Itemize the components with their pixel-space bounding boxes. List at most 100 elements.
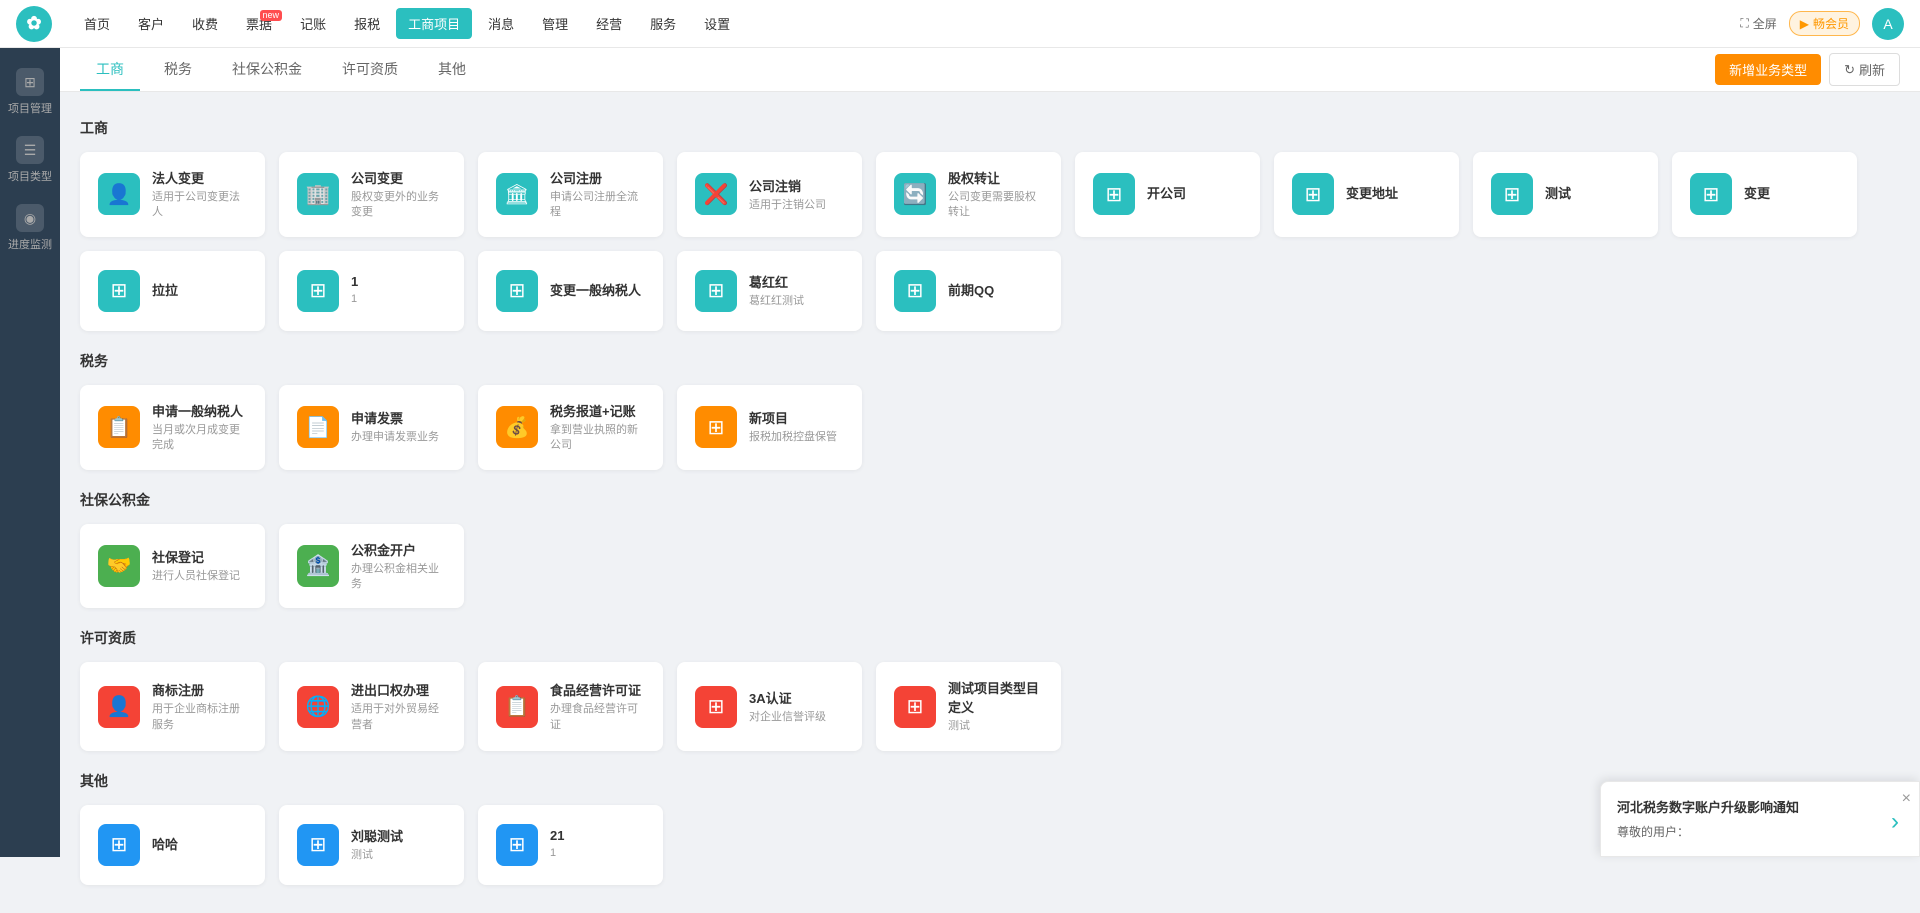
sidebar-icon: ⊞ — [16, 68, 44, 96]
card-3A认证[interactable]: ⊞ 3A认证对企业信誉评级 — [677, 662, 862, 750]
fullscreen-icon: ⛶ — [1740, 16, 1748, 31]
card-变更一般纳税人[interactable]: ⊞变更一般纳税人 — [478, 251, 663, 331]
nav-item-管理[interactable]: 管理 — [530, 8, 580, 39]
card-21[interactable]: ⊞211 — [478, 805, 663, 885]
card-title: 变更一般纳税人 — [550, 280, 641, 299]
card-测试项目类型目定义[interactable]: ⊞测试项目类型目定义测试 — [876, 662, 1061, 750]
card-进出口权办理[interactable]: 🌐进出口权办理适用于对外贸易经营者 — [279, 662, 464, 750]
card-desc: 进行人员社保登记 — [152, 569, 240, 584]
card-开公司[interactable]: ⊞开公司 — [1075, 152, 1260, 237]
member-button[interactable]: ▶ 畅会员 — [1789, 11, 1860, 36]
card-title: 21 — [550, 828, 564, 843]
card-text: 开公司 — [1147, 183, 1186, 205]
card-title: 公司注销 — [749, 176, 826, 195]
card-text: 进出口权办理适用于对外贸易经营者 — [351, 680, 446, 733]
card-desc: 办理食品经营许可证 — [550, 702, 645, 733]
tab-许可资质[interactable]: 许可资质 — [326, 48, 414, 91]
card-text: 3A认证对企业信誉评级 — [749, 688, 826, 725]
card-社保登记[interactable]: 🤝社保登记进行人员社保登记 — [80, 524, 265, 609]
cards-grid: 📋申请一般纳税人当月或次月成变更完成📄申请发票办理申请发票业务💰税务报道+记账拿… — [80, 385, 1900, 470]
tab-工商[interactable]: 工商 — [80, 48, 140, 91]
close-icon[interactable]: × — [1902, 790, 1911, 808]
card-title: 公积金开户 — [351, 540, 446, 559]
card-desc: 适用于公司变更法人 — [152, 190, 247, 221]
card-刘聪测试[interactable]: ⊞刘聪测试测试 — [279, 805, 464, 885]
card-法人变更[interactable]: 👤法人变更适用于公司变更法人 — [80, 152, 265, 237]
card-text: 公司变更股权变更外的业务变更 — [351, 168, 446, 221]
card-拉拉[interactable]: ⊞拉拉 — [80, 251, 265, 331]
card-title: 新项目 — [749, 408, 837, 427]
sidebar: ⊞项目管理☰项目类型◉进度监测 — [0, 48, 60, 857]
card-text: 申请一般纳税人当月或次月成变更完成 — [152, 401, 247, 454]
card-税务报道+记账[interactable]: 💰税务报道+记账拿到营业执照的新公司 — [478, 385, 663, 470]
nav-item-客户[interactable]: 客户 — [126, 8, 176, 39]
nav-item-记账[interactable]: 记账 — [288, 8, 338, 39]
tab-社保公积金[interactable]: 社保公积金 — [216, 48, 318, 91]
sidebar-item-项目管理[interactable]: ⊞项目管理 — [0, 58, 60, 126]
card-葛红红[interactable]: ⊞葛红红葛红红测试 — [677, 251, 862, 331]
refresh-button[interactable]: ↻ 刷新 — [1829, 53, 1900, 86]
card-icon: 🏦 — [297, 545, 339, 587]
cards-grid: 👤商标注册用于企业商标注册服务🌐进出口权办理适用于对外贸易经营者📋食品经营许可证… — [80, 662, 1900, 750]
card-食品经营许可证[interactable]: 📋食品经营许可证办理食品经营许可证 — [478, 662, 663, 750]
sidebar-item-进度监测[interactable]: ◉进度监测 — [0, 194, 60, 262]
refresh-icon: ↻ — [1844, 62, 1855, 78]
card-新项目[interactable]: ⊞新项目报税加税控盘保管 — [677, 385, 862, 470]
fullscreen-button[interactable]: ⛶ 全屏 — [1740, 15, 1776, 32]
sidebar-item-项目类型[interactable]: ☰项目类型 — [0, 126, 60, 194]
card-申请一般纳税人[interactable]: 📋申请一般纳税人当月或次月成变更完成 — [80, 385, 265, 470]
card-icon: 📄 — [297, 406, 339, 448]
nav-item-工商项目[interactable]: 工商项目 — [396, 8, 472, 39]
card-text: 哈哈 — [152, 834, 178, 856]
tab-税务[interactable]: 税务 — [148, 48, 208, 91]
sidebar-icon: ☰ — [16, 136, 44, 164]
card-text: 11 — [351, 274, 358, 307]
card-股权转让[interactable]: 🔄股权转让公司变更需要股权转让 — [876, 152, 1061, 237]
card-申请发票[interactable]: 📄申请发票办理申请发票业务 — [279, 385, 464, 470]
card-desc: 葛红红测试 — [749, 294, 804, 309]
card-icon: ⊞ — [695, 686, 737, 728]
card-icon: ⊞ — [1690, 173, 1732, 215]
card-测试[interactable]: ⊞测试 — [1473, 152, 1658, 237]
card-desc: 办理公积金相关业务 — [351, 562, 446, 593]
tab-其他[interactable]: 其他 — [422, 48, 482, 91]
card-title: 测试项目类型目定义 — [948, 678, 1043, 716]
member-icon: ▶ — [1800, 17, 1809, 31]
card-icon: ⊞ — [297, 270, 339, 312]
nav-item-报税[interactable]: 报税 — [342, 8, 392, 39]
nav-item-票据[interactable]: 票据new — [234, 8, 284, 39]
card-前期QQ[interactable]: ⊞前期QQ — [876, 251, 1061, 331]
card-text: 测试项目类型目定义测试 — [948, 678, 1043, 734]
card-desc: 当月或次月成变更完成 — [152, 423, 247, 454]
nav-item-设置[interactable]: 设置 — [692, 8, 742, 39]
avatar[interactable]: A — [1872, 8, 1904, 40]
card-icon: 🤝 — [98, 545, 140, 587]
card-变更[interactable]: ⊞变更 — [1672, 152, 1857, 237]
card-title: 哈哈 — [152, 834, 178, 853]
nav-item-经营[interactable]: 经营 — [584, 8, 634, 39]
card-icon: 👤 — [98, 686, 140, 728]
card-商标注册[interactable]: 👤商标注册用于企业商标注册服务 — [80, 662, 265, 750]
section-title: 工商 — [80, 118, 1900, 138]
card-1[interactable]: ⊞ 11 — [279, 251, 464, 331]
nav-item-服务[interactable]: 服务 — [638, 8, 688, 39]
card-哈哈[interactable]: ⊞哈哈 — [80, 805, 265, 885]
card-公积金开户[interactable]: 🏦 公积金开户办理公积金相关业务 — [279, 524, 464, 609]
card-变更地址[interactable]: ⊞变更地址 — [1274, 152, 1459, 237]
nav-item-消息[interactable]: 消息 — [476, 8, 526, 39]
arrow-icon: › — [1891, 808, 1899, 836]
card-desc: 用于企业商标注册服务 — [152, 702, 247, 733]
top-nav: ✿ 首页客户收费票据new记账报税工商项目消息管理经营服务设置 ⛶ 全屏 ▶ 畅… — [0, 0, 1920, 48]
card-icon: ⊞ — [98, 270, 140, 312]
nav-item-首页[interactable]: 首页 — [72, 8, 122, 39]
card-title: 申请发票 — [351, 408, 439, 427]
add-type-button[interactable]: 新增业务类型 — [1715, 54, 1821, 85]
nav-item-收费[interactable]: 收费 — [180, 8, 230, 39]
card-text: 211 — [550, 828, 564, 861]
card-text: 变更地址 — [1346, 183, 1398, 205]
card-公司注销[interactable]: ❌公司注销适用于注销公司 — [677, 152, 862, 237]
card-text: 股权转让公司变更需要股权转让 — [948, 168, 1043, 221]
card-desc: 对企业信誉评级 — [749, 710, 826, 725]
card-公司变更[interactable]: 🏢公司变更股权变更外的业务变更 — [279, 152, 464, 237]
card-公司注册[interactable]: 🏛公司注册申请公司注册全流程 — [478, 152, 663, 237]
